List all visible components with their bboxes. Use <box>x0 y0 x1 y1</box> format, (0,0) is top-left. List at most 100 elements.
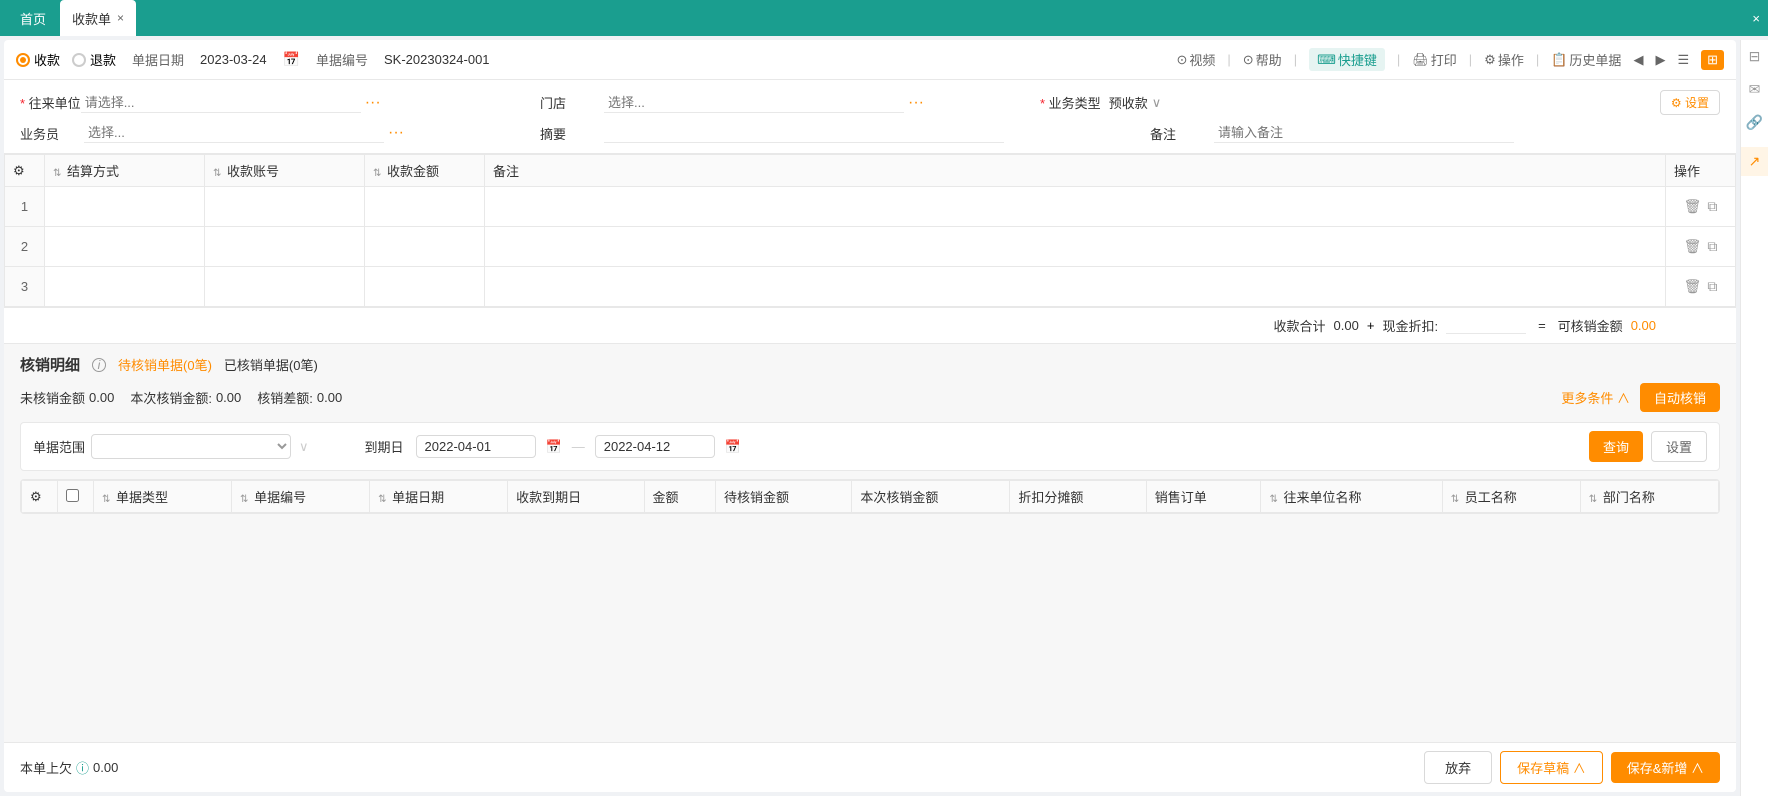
home-tab[interactable]: 首页 <box>8 0 58 36</box>
right-panel-icon-2[interactable]: ✉ <box>1749 81 1761 98</box>
due-date-to-input[interactable] <box>595 435 715 458</box>
date-calendar-icon[interactable]: 📅 <box>283 51 300 68</box>
col-actions: 操作 <box>1666 155 1736 187</box>
save-draft-button[interactable]: 保存草稿 ∧ <box>1500 751 1603 784</box>
remark-label: 备注 <box>1150 124 1210 143</box>
wt-sort-dept[interactable]: ⇅ <box>1589 494 1597 505</box>
help-btn[interactable]: ⊙ 帮助 <box>1243 50 1282 69</box>
table-row: 1 🗑 ⧉ <box>5 187 1736 227</box>
row3-remark[interactable] <box>485 267 1666 307</box>
summary-label: 摘要 <box>540 124 600 143</box>
wt-col-order: 销售订单 <box>1146 481 1261 513</box>
help-icon: ⊙ <box>1243 52 1254 68</box>
tab-close-icon[interactable]: × <box>117 11 124 25</box>
receipt-table: ⚙ ⇅ 结算方式 ⇅ 收款账号 ⇅ 收款金额 <box>4 154 1736 307</box>
sort-amount-icon[interactable]: ⇅ <box>373 168 381 179</box>
counterparty-more-btn[interactable]: ··· <box>365 94 381 112</box>
list-view-btn[interactable]: ☰ <box>1677 52 1689 68</box>
wt-sort-type[interactable]: ⇅ <box>102 494 110 505</box>
row1-remark[interactable] <box>485 187 1666 227</box>
radio-refund[interactable]: 退款 <box>72 50 116 69</box>
shortcut-btn[interactable]: ⌨ 快捷键 <box>1309 48 1385 71</box>
wt-select-all-checkbox[interactable] <box>66 489 79 502</box>
row1-actions: 🗑 ⧉ <box>1666 187 1736 227</box>
row2-copy-icon[interactable]: ⧉ <box>1707 238 1717 255</box>
due-date-to-calendar-icon[interactable]: 📅 <box>725 439 741 455</box>
print-btn[interactable]: 🖨 打印 <box>1412 50 1457 69</box>
wt-gear-col[interactable]: ⚙ <box>22 481 58 513</box>
range-select[interactable] <box>91 434 291 459</box>
right-panel-icon-3[interactable]: 🔗 <box>1746 114 1763 131</box>
table-gear-col[interactable]: ⚙ <box>5 155 45 187</box>
active-tab-receipt[interactable]: 收款单 × <box>60 0 136 36</box>
remark-input[interactable] <box>1214 123 1514 143</box>
grid-view-btn[interactable]: ⊞ <box>1701 50 1724 70</box>
save-new-button[interactable]: 保存&新增 ∧ <box>1611 752 1720 783</box>
wt-sort-number[interactable]: ⇅ <box>240 494 248 505</box>
row1-copy-icon[interactable]: ⧉ <box>1707 198 1717 215</box>
staff-more-btn[interactable]: ··· <box>388 124 404 142</box>
row1-amount[interactable] <box>365 187 485 227</box>
wt-sort-date[interactable]: ⇅ <box>378 494 386 505</box>
bottom-info-icon[interactable]: ⓘ <box>76 758 89 777</box>
writeoff-tab-pending[interactable]: 待核销单据(0笔) <box>118 355 212 374</box>
due-date-from-input[interactable] <box>416 435 536 458</box>
store-more-btn[interactable]: ··· <box>908 94 924 112</box>
save-draft-label: 保存草稿 ∧ <box>1517 758 1586 777</box>
right-panel-icon-1[interactable]: ⊟ <box>1749 48 1761 65</box>
history-btn[interactable]: 📋 历史单据 <box>1551 50 1621 69</box>
writeoff-tab-done[interactable]: 已核销单据(0笔) <box>224 355 318 374</box>
diff-value: 0.00 <box>317 390 342 405</box>
sort-settlement-icon[interactable]: ⇅ <box>53 168 61 179</box>
counterparty-input[interactable] <box>81 93 361 113</box>
row2-amount[interactable] <box>365 227 485 267</box>
row3-settlement[interactable] <box>45 267 205 307</box>
row3-copy-icon[interactable]: ⧉ <box>1707 278 1717 295</box>
form-row-1: 往来单位 ··· 门店 ··· 业务类型 预收款 ∨ ⚙ 设置 <box>20 90 1720 115</box>
row1-delete-icon[interactable]: 🗑 <box>1684 198 1702 215</box>
receipt-type-radio-group: 收款 退款 <box>16 50 116 69</box>
window-close-btn[interactable]: × <box>1752 11 1760 26</box>
wt-col-discount: 折扣分摊额 <box>1010 481 1146 513</box>
totals-row: 收款合计 0.00 + 现金折扣: = 可核销金额 0.00 <box>4 307 1736 343</box>
wt-sort-staff[interactable]: ⇅ <box>1451 494 1459 505</box>
settings-button[interactable]: ⚙ 设置 <box>1660 90 1720 115</box>
video-btn[interactable]: ⊙ 视频 <box>1176 50 1215 69</box>
row3-amount[interactable] <box>365 267 485 307</box>
page-wrapper: 首页 收款单 × × 收款 退款 单据日期 2023-03-2 <box>0 0 1768 796</box>
writeoff-title: 核销明细 <box>20 354 80 375</box>
sort-account-icon[interactable]: ⇅ <box>213 168 221 179</box>
row-num-3: 3 <box>5 267 45 307</box>
row2-delete-icon[interactable]: 🗑 <box>1684 238 1702 255</box>
radio-refund-label: 退款 <box>90 50 116 69</box>
more-conditions-btn[interactable]: 更多条件 ∧ <box>1561 388 1630 407</box>
row1-account[interactable] <box>205 187 365 227</box>
operation-btn[interactable]: ⚙ 操作 <box>1484 50 1524 69</box>
store-input[interactable] <box>604 93 904 113</box>
business-type-dropdown-icon[interactable]: ∨ <box>1152 95 1162 111</box>
writeoff-info-icon[interactable]: i <box>92 358 106 372</box>
right-panel-icon-4[interactable]: ↗ <box>1741 147 1768 176</box>
due-date-calendar-icon[interactable]: 📅 <box>546 439 562 455</box>
row3-delete-icon[interactable]: 🗑 <box>1684 278 1702 295</box>
discount-input[interactable] <box>1446 318 1526 334</box>
row2-settlement[interactable] <box>45 227 205 267</box>
row3-account[interactable] <box>205 267 365 307</box>
nav-right-btn[interactable]: ▶ <box>1655 52 1665 68</box>
range-dropdown-icon[interactable]: ∨ <box>299 439 309 455</box>
remark-field: 备注 <box>1150 123 1720 143</box>
range-label: 单据范围 <box>33 437 85 456</box>
wt-sort-counterparty[interactable]: ⇅ <box>1269 494 1277 505</box>
row2-remark[interactable] <box>485 227 1666 267</box>
summary-input[interactable] <box>604 123 1004 143</box>
row1-settlement[interactable] <box>45 187 205 227</box>
auto-writeoff-button[interactable]: 自动核销 <box>1640 383 1720 412</box>
staff-input[interactable] <box>84 123 384 143</box>
radio-receipt[interactable]: 收款 <box>16 50 60 69</box>
row2-account[interactable] <box>205 227 365 267</box>
abandon-button[interactable]: 放弃 <box>1424 751 1492 784</box>
query-button[interactable]: 查询 <box>1589 431 1643 462</box>
due-date-label: 到期日 <box>365 437 404 456</box>
nav-left-btn[interactable]: ◀ <box>1633 52 1643 68</box>
writeoff-settings-button[interactable]: 设置 <box>1651 431 1707 462</box>
